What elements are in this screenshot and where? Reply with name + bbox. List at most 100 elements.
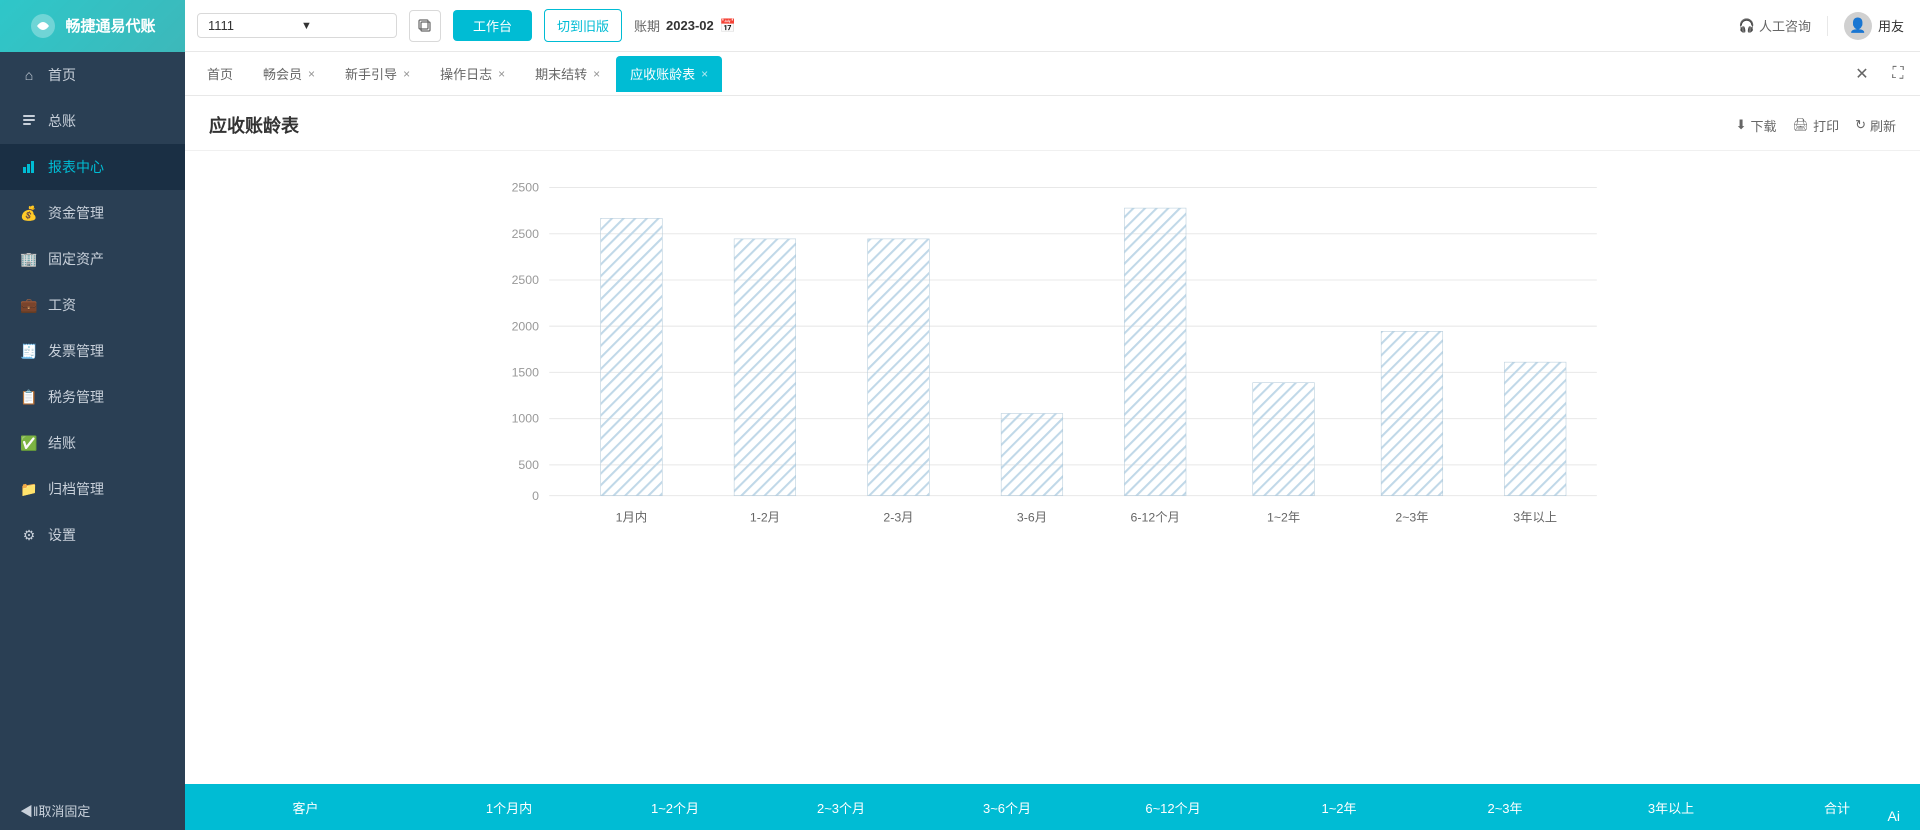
dropdown-icon: ▼ — [301, 20, 386, 32]
sidebar-label-fund: 资金管理 — [48, 203, 104, 223]
refresh-label: 刷新 — [1870, 116, 1896, 135]
user-area[interactable]: 👤 用友 — [1844, 12, 1904, 40]
tab-member[interactable]: 畅会员 × — [249, 56, 329, 92]
tab-log-close[interactable]: × — [498, 67, 505, 81]
sidebar-label-ledger: 总账 — [48, 111, 76, 131]
page-content: 应收账龄表 ⬇ 下载 🖨 打印 ↻ 刷新 — [185, 96, 1920, 830]
svg-text:2500: 2500 — [512, 181, 540, 195]
sidebar-item-report[interactable]: 报表中心 — [0, 144, 185, 190]
svg-text:2000: 2000 — [512, 319, 540, 333]
refresh-icon: ↻ — [1855, 117, 1866, 133]
sidebar-item-ledger[interactable]: 总账 — [0, 98, 185, 144]
tab-aging-close[interactable]: × — [701, 67, 708, 81]
sidebar: ⌂ 首页 总账 报表中心 💰 资金管理 🏢 固定资产 💼 工资 — [0, 52, 185, 830]
calendar-icon[interactable]: 📅 — [720, 18, 736, 34]
consult-label: 人工咨询 — [1759, 16, 1811, 35]
download-icon: ⬇ — [1736, 117, 1747, 133]
page-header: 应收账龄表 ⬇ 下载 🖨 打印 ↻ 刷新 — [185, 96, 1920, 151]
col-6-12month: 6~12个月 — [1090, 798, 1256, 817]
sidebar-label-salary: 工资 — [48, 295, 76, 315]
close-tab-button[interactable]: ✕ — [1848, 60, 1876, 88]
company-selector[interactable]: 1111 ▼ — [197, 13, 397, 38]
company-name: 1111 — [208, 18, 293, 33]
chart-area: 2500 2500 2500 2000 1500 1000 500 0 — [185, 151, 1920, 784]
sidebar-item-home[interactable]: ⌂ 首页 — [0, 52, 185, 98]
header: 畅捷通易代账 1111 ▼ 工作台 切到旧版 账期 2023-02 📅 🎧 人工… — [0, 0, 1920, 52]
logo-text: 畅捷通易代账 — [65, 15, 155, 36]
checkout-icon: ✅ — [20, 434, 38, 452]
main-layout: ⌂ 首页 总账 报表中心 💰 资金管理 🏢 固定资产 💼 工资 — [0, 52, 1920, 830]
bar-chart: 2500 2500 2500 2000 1500 1000 500 0 — [209, 167, 1896, 547]
tab-period-end-close[interactable]: × — [593, 67, 600, 81]
sidebar-label-invoice: 发票管理 — [48, 341, 104, 361]
svg-text:3-6月: 3-6月 — [1017, 510, 1047, 524]
tab-guide-close[interactable]: × — [403, 67, 410, 81]
tab-period-end[interactable]: 期末结转 × — [521, 56, 614, 92]
sidebar-label-home: 首页 — [48, 65, 76, 85]
workbench-button[interactable]: 工作台 — [453, 10, 532, 41]
sidebar-label-settings: 设置 — [48, 525, 76, 545]
sidebar-label-asset: 固定资产 — [48, 249, 104, 269]
sidebar-label-report: 报表中心 — [48, 157, 104, 177]
tabs-actions: ✕ ⛶ — [1848, 60, 1912, 88]
salary-icon: 💼 — [20, 296, 38, 314]
svg-text:1月内: 1月内 — [616, 510, 647, 524]
svg-text:2~3年: 2~3年 — [1395, 510, 1428, 524]
col-3year-plus: 3年以上 — [1588, 798, 1754, 817]
page-title: 应收账龄表 — [209, 112, 299, 138]
switch-version-button[interactable]: 切到旧版 — [544, 9, 622, 42]
col-2-3year: 2~3年 — [1422, 798, 1588, 817]
svg-text:1~2年: 1~2年 — [1267, 510, 1300, 524]
tab-member-label: 畅会员 — [263, 64, 302, 83]
tab-guide-label: 新手引导 — [345, 64, 397, 83]
sidebar-item-salary[interactable]: 💼 工资 — [0, 282, 185, 328]
print-button[interactable]: 🖨 打印 — [1793, 116, 1840, 135]
sidebar-item-tax[interactable]: 📋 税务管理 — [0, 374, 185, 420]
avatar-icon: 👤 — [1849, 17, 1866, 34]
tab-log[interactable]: 操作日志 × — [426, 56, 519, 92]
sidebar-item-asset[interactable]: 🏢 固定资产 — [0, 236, 185, 282]
tab-aging[interactable]: 应收账龄表 × — [616, 56, 722, 92]
sidebar-item-fund[interactable]: 💰 资金管理 — [0, 190, 185, 236]
consult-button[interactable]: 🎧 人工咨询 — [1739, 16, 1811, 35]
logo: 畅捷通易代账 — [0, 0, 185, 52]
tab-home-label: 首页 — [207, 64, 233, 83]
download-label: 下载 — [1751, 116, 1777, 135]
col-2-3month: 2~3个月 — [758, 798, 924, 817]
tab-period-end-label: 期末结转 — [535, 64, 587, 83]
period-area: 账期 2023-02 📅 — [634, 16, 736, 35]
page-actions: ⬇ 下载 🖨 打印 ↻ 刷新 — [1736, 116, 1896, 135]
col-1-2year: 1~2年 — [1256, 798, 1422, 817]
period-label: 账期 — [634, 16, 660, 35]
svg-text:0: 0 — [532, 489, 539, 503]
svg-text:1500: 1500 — [512, 366, 540, 380]
print-icon: 🖨 — [1793, 117, 1810, 133]
tab-home[interactable]: 首页 — [193, 56, 247, 92]
svg-text:1-2月: 1-2月 — [750, 510, 780, 524]
settings-icon: ⚙ — [20, 526, 38, 544]
home-icon: ⌂ — [20, 66, 38, 84]
sidebar-item-settings[interactable]: ⚙ 设置 — [0, 512, 185, 558]
sidebar-item-checkout[interactable]: ✅ 结账 — [0, 420, 185, 466]
download-button[interactable]: ⬇ 下载 — [1736, 116, 1777, 135]
svg-text:2-3月: 2-3月 — [883, 510, 913, 524]
col-3-6month: 3~6个月 — [924, 798, 1090, 817]
invoice-icon: 🧾 — [20, 342, 38, 360]
tab-member-close[interactable]: × — [308, 67, 315, 81]
headset-icon: 🎧 — [1739, 18, 1755, 34]
sidebar-item-invoice[interactable]: 🧾 发票管理 — [0, 328, 185, 374]
expand-tab-button[interactable]: ⛶ — [1884, 60, 1912, 88]
archive-icon: 📁 — [20, 480, 38, 498]
copy-button[interactable] — [409, 10, 441, 42]
period-value: 2023-02 — [666, 18, 714, 33]
refresh-button[interactable]: ↻ 刷新 — [1855, 116, 1896, 135]
ai-badge[interactable]: Ai — [1868, 802, 1920, 830]
svg-text:2500: 2500 — [512, 273, 540, 287]
sidebar-item-archive[interactable]: 📁 归档管理 — [0, 466, 185, 512]
avatar: 👤 — [1844, 12, 1872, 40]
content-area: 首页 畅会员 × 新手引导 × 操作日志 × 期末结转 × 应收账龄表 × — [185, 52, 1920, 830]
sidebar-pin-toggle[interactable]: ◀‖取消固定 — [0, 791, 185, 830]
tax-icon: 📋 — [20, 388, 38, 406]
svg-text:500: 500 — [518, 458, 539, 472]
tab-guide[interactable]: 新手引导 × — [331, 56, 424, 92]
